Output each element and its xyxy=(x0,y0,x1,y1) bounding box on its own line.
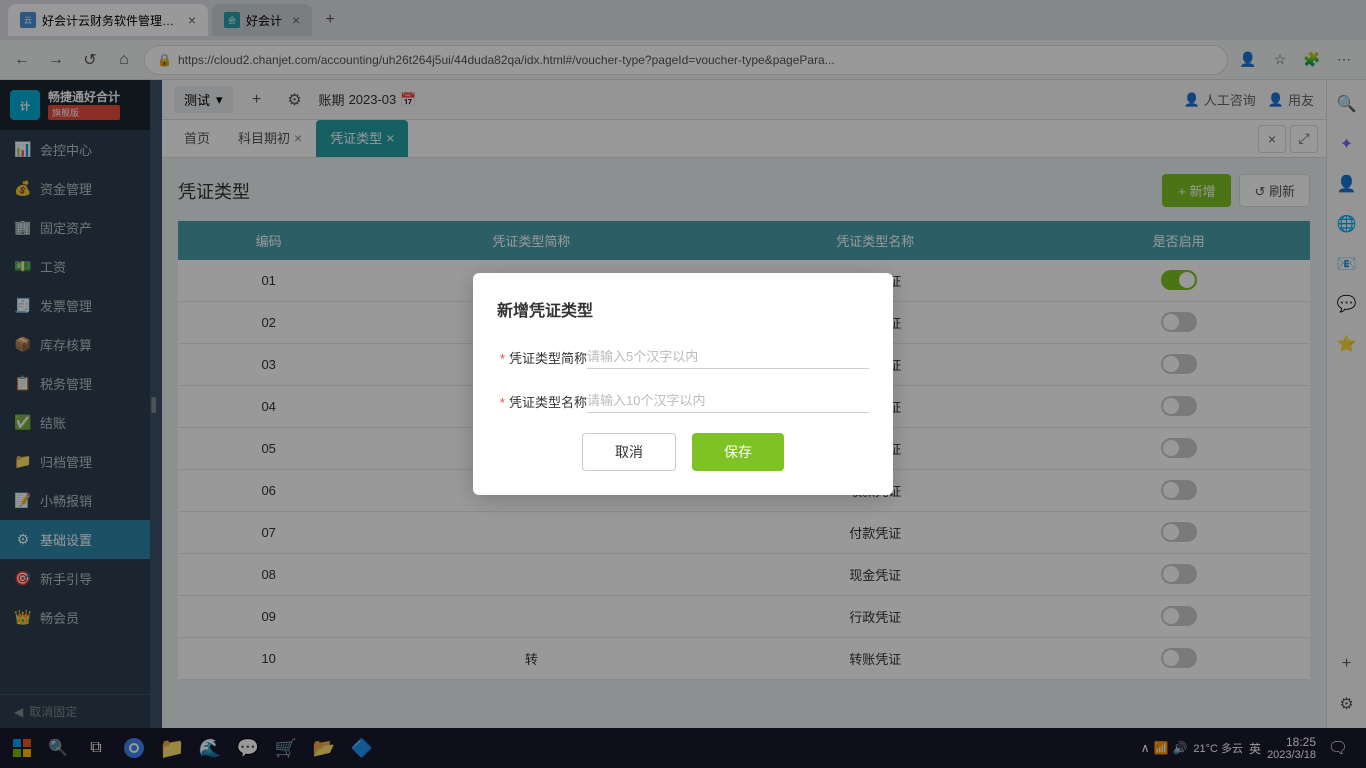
dialog-footer: 取消 保存 xyxy=(497,433,869,471)
dialog-title: 新增凭证类型 xyxy=(497,297,869,321)
name-input[interactable] xyxy=(587,389,869,413)
cancel-button[interactable]: 取消 xyxy=(582,433,676,471)
new-voucher-type-dialog: 新增凭证类型 凭证类型简称 凭证类型名称 取消 保存 xyxy=(473,273,893,495)
name-form-row: 凭证类型名称 xyxy=(497,389,869,413)
save-button[interactable]: 保存 xyxy=(692,433,784,471)
abbr-input[interactable] xyxy=(587,345,869,369)
abbr-form-row: 凭证类型简称 xyxy=(497,345,869,369)
abbr-label: 凭证类型简称 xyxy=(497,348,587,367)
name-label: 凭证类型名称 xyxy=(497,392,587,411)
dialog-overlay: 新增凭证类型 凭证类型简称 凭证类型名称 取消 保存 xyxy=(0,0,1366,768)
